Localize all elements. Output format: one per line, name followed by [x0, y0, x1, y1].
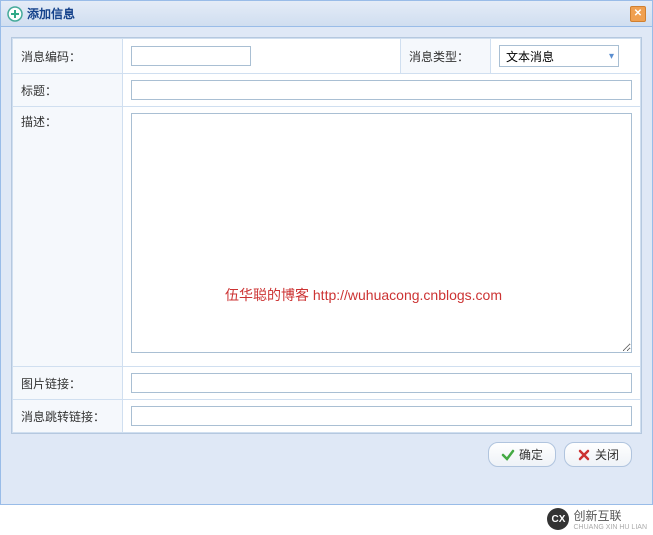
- x-icon: [577, 448, 591, 462]
- label-redirect: 消息跳转链接：: [13, 400, 123, 433]
- row-redirect: 消息跳转链接：: [13, 400, 641, 433]
- close-icon: ✕: [634, 8, 642, 19]
- close-button[interactable]: 关闭: [564, 442, 632, 467]
- title-input[interactable]: [131, 80, 632, 100]
- ok-button[interactable]: 确定: [488, 442, 556, 467]
- button-bar: 确定 关闭: [11, 434, 642, 469]
- desc-textarea[interactable]: [131, 113, 632, 353]
- cell-msgcode: [123, 39, 401, 74]
- msgtype-select[interactable]: 文本消息 ▾: [499, 45, 619, 67]
- brand-badge: CX: [547, 508, 569, 530]
- add-icon: [7, 6, 23, 22]
- imglink-input[interactable]: [131, 373, 632, 393]
- row-title: 标题：: [13, 74, 641, 107]
- dialog-title: 添加信息: [27, 5, 630, 22]
- ok-label: 确定: [519, 446, 543, 463]
- brand-name: 创新互联: [573, 507, 647, 524]
- label-desc: 描述：: [13, 107, 123, 367]
- row-desc: 描述：: [13, 107, 641, 367]
- redirect-input[interactable]: [131, 406, 632, 426]
- dialog-titlebar: 添加信息 ✕: [1, 1, 652, 27]
- form-table: 消息编码： 消息类型： 文本消息 ▾ 标题：: [12, 38, 641, 433]
- footer-logo: CX 创新互联 CHUANG XIN HU LIAN: [543, 505, 651, 533]
- label-msgcode: 消息编码：: [13, 39, 123, 74]
- cell-msgtype: 文本消息 ▾: [491, 39, 641, 74]
- msgtype-selected: 文本消息: [506, 48, 554, 65]
- brand-sub: CHUANG XIN HU LIAN: [573, 524, 647, 531]
- label-msgtype: 消息类型：: [401, 39, 491, 74]
- row-imglink: 图片链接：: [13, 367, 641, 400]
- cell-redirect: [123, 400, 641, 433]
- check-icon: [501, 448, 515, 462]
- cell-title: [123, 74, 641, 107]
- dialog-close-button[interactable]: ✕: [630, 6, 646, 22]
- chevron-down-icon: ▾: [609, 51, 614, 62]
- form-panel: 消息编码： 消息类型： 文本消息 ▾ 标题：: [11, 37, 642, 434]
- close-label: 关闭: [595, 446, 619, 463]
- msgcode-input[interactable]: [131, 46, 251, 66]
- cell-imglink: [123, 367, 641, 400]
- label-imglink: 图片链接：: [13, 367, 123, 400]
- cell-desc: [123, 107, 641, 367]
- row-msgcode-msgtype: 消息编码： 消息类型： 文本消息 ▾: [13, 39, 641, 74]
- dialog-window: 添加信息 ✕ 消息编码： 消息类型： 文本消息 ▾: [0, 0, 653, 505]
- dialog-content: 消息编码： 消息类型： 文本消息 ▾ 标题：: [1, 27, 652, 479]
- label-title: 标题：: [13, 74, 123, 107]
